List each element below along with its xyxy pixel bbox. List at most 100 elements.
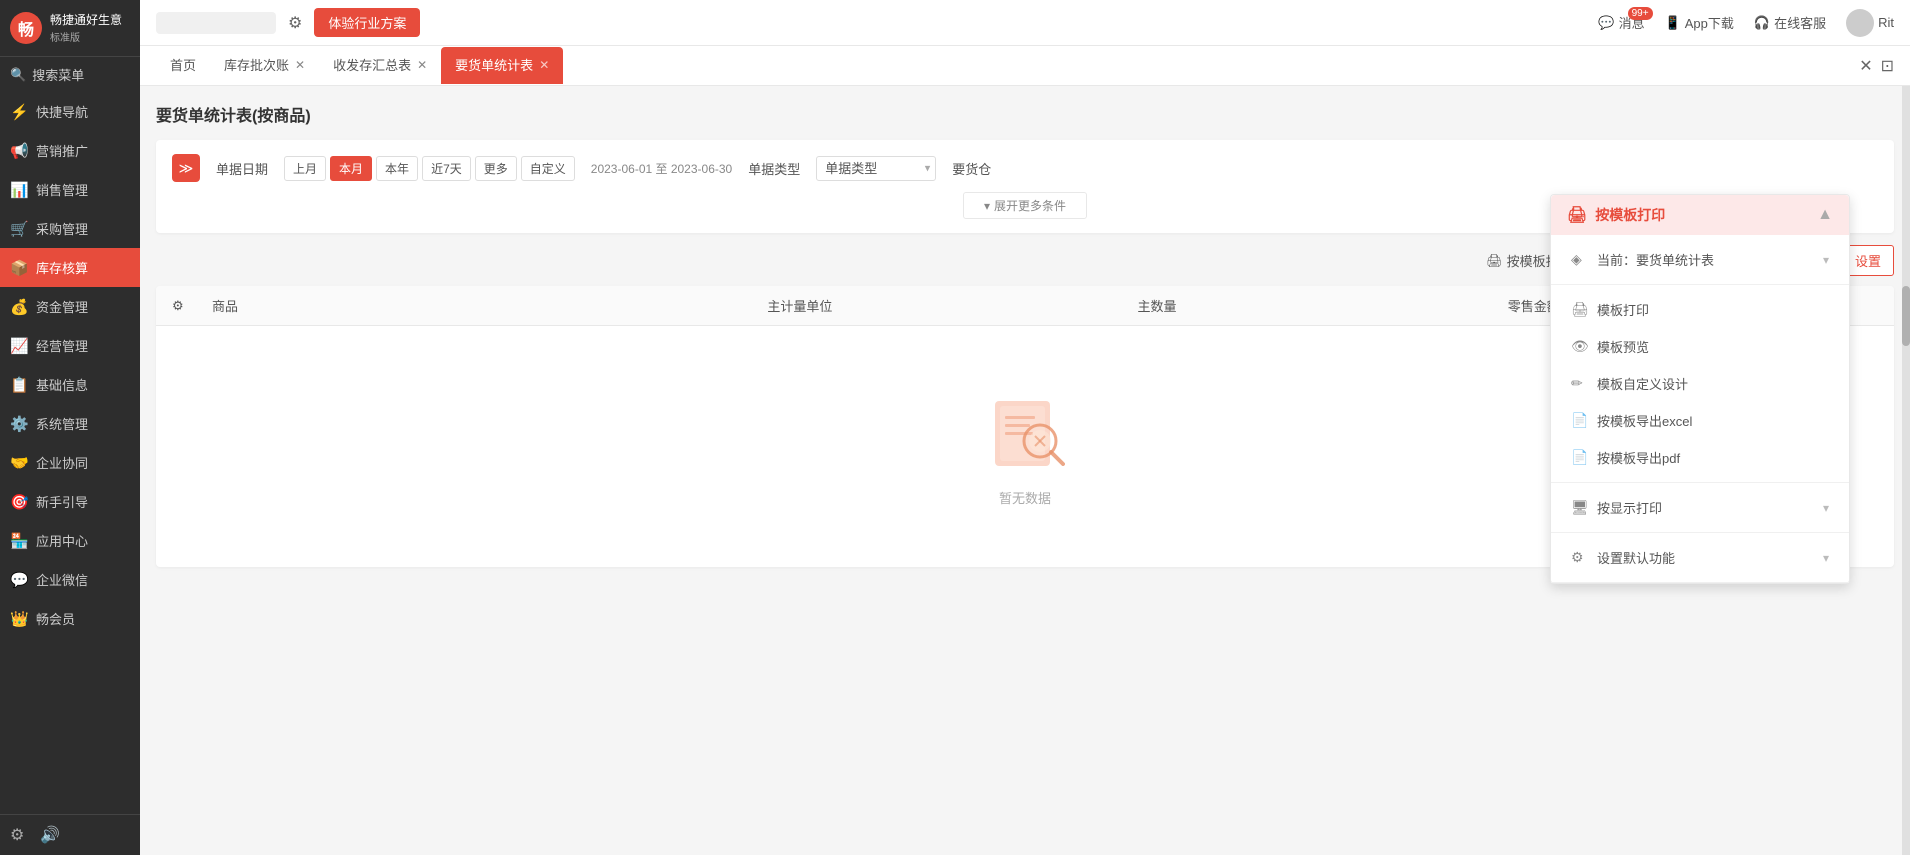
template-preview-icon: 👁	[1571, 338, 1587, 355]
date-btn-more[interactable]: 更多	[475, 156, 517, 181]
date-btn-current-year[interactable]: 本年	[376, 156, 418, 181]
date-btn-last-7[interactable]: 近7天	[422, 156, 471, 181]
topbar-settings-icon[interactable]: ⚙	[288, 13, 302, 33]
template-print-icon: 🖨	[1571, 301, 1587, 318]
tab-close-inventory-batch[interactable]: ✕	[295, 58, 305, 72]
wechat-icon: 💬	[10, 571, 28, 589]
display-print-icon: 🖥	[1571, 499, 1587, 516]
dropdown-template-print[interactable]: 🖨 模板打印	[1551, 291, 1849, 328]
scrollbar-thumb	[1902, 286, 1910, 346]
dropdown-template-design[interactable]: ✏ 模板自定义设计	[1551, 365, 1849, 402]
sidebar-item-sales[interactable]: 📊 销售管理	[0, 170, 140, 209]
tab-close-receipt-summary[interactable]: ✕	[417, 58, 427, 72]
topbar: ⚙ 体验行业方案 💬 消息 99+ 📱 App下载 🎧 在线客服 Rit	[140, 0, 1910, 46]
dropdown-header: 🖨 按模板打印 ▲	[1551, 195, 1849, 235]
guide-icon: 🎯	[10, 493, 28, 511]
sidebar-item-purchase[interactable]: 🛒 采购管理	[0, 209, 140, 248]
sidebar-item-inventory[interactable]: 📦 库存核算	[0, 248, 140, 287]
print-icon: 🖨	[1486, 253, 1503, 269]
operation-icon: 📈	[10, 337, 28, 355]
filter-collapse-btn[interactable]: ≫	[172, 154, 200, 182]
tab-expand-btn[interactable]: ⊡	[1881, 56, 1894, 76]
order-type-select[interactable]: 单据类型	[816, 156, 936, 181]
sidebar-item-marketing[interactable]: 📢 营销推广	[0, 131, 140, 170]
sidebar-bottom: ⚙ 🔊	[0, 814, 140, 855]
quick-nav-icon: ⚡	[10, 103, 28, 121]
topbar-app-download[interactable]: 📱 App下载	[1665, 13, 1734, 32]
date-btn-current-month[interactable]: 本月	[330, 156, 372, 181]
th-product: 商品	[212, 296, 767, 315]
tabs-controls: ✕ ⊡	[1859, 56, 1894, 76]
dropdown-close-btn[interactable]: ▲	[1817, 206, 1833, 224]
date-range-display: 2023-06-01 至 2023-06-30	[591, 160, 732, 177]
template-design-icon: ✏	[1571, 375, 1587, 392]
right-scrollbar[interactable]	[1902, 86, 1910, 855]
topbar-user[interactable]: Rit	[1846, 9, 1894, 37]
th-qty: 主数量	[1138, 296, 1508, 315]
audio-bottom-icon[interactable]: 🔊	[40, 825, 60, 845]
dropdown-actions-section: 🖨 模板打印 👁 模板预览 ✏ 模板自定义设计 📄 按模板导出excel 📄	[1551, 285, 1849, 483]
sidebar: 畅 畅捷通好生意 标准版 🔍 搜索菜单 ⚡ 快捷导航 📢 营销推广 📊 销售管理…	[0, 0, 140, 855]
tab-close-order-stats[interactable]: ✕	[539, 58, 549, 72]
dropdown-template-export-pdf[interactable]: 📄 按模板导出pdf	[1551, 439, 1849, 476]
sidebar-logo: 畅 畅捷通好生意 标准版	[0, 0, 140, 57]
set-default-icon: ⚙	[1571, 549, 1587, 566]
tab-home[interactable]: 首页	[156, 47, 210, 84]
topbar-search[interactable]	[156, 12, 276, 34]
message-badge: 99+	[1628, 7, 1653, 20]
tab-receipt-summary[interactable]: 收发存汇总表 ✕	[319, 47, 441, 84]
corp-icon: 🤝	[10, 454, 28, 472]
gear-icon[interactable]: ⚙	[172, 298, 184, 313]
trial-btn[interactable]: 体验行业方案	[314, 8, 420, 37]
dropdown-set-default[interactable]: ⚙ 设置默认功能 ▾	[1551, 539, 1849, 576]
message-icon: 💬	[1598, 15, 1614, 31]
settings-bottom-icon[interactable]: ⚙	[10, 825, 24, 845]
sidebar-item-appstore[interactable]: 🏪 应用中心	[0, 521, 140, 560]
sidebar-search[interactable]: 🔍 搜索菜单	[0, 57, 140, 92]
tab-order-stats[interactable]: 要货单统计表 ✕	[441, 47, 563, 84]
finance-icon: 💰	[10, 298, 28, 316]
topbar-message[interactable]: 💬 消息 99+	[1598, 13, 1644, 32]
dropdown-template-preview[interactable]: 👁 模板预览	[1551, 328, 1849, 365]
app-logo-icon: 畅	[10, 12, 42, 44]
topbar-online-service[interactable]: 🎧 在线客服	[1754, 13, 1826, 32]
basic-icon: 📋	[10, 376, 28, 394]
dropdown-template-export-excel[interactable]: 📄 按模板导出excel	[1551, 402, 1849, 439]
date-btn-last-month[interactable]: 上月	[284, 156, 326, 181]
set-default-arrow: ▾	[1823, 551, 1829, 565]
tab-inventory-batch[interactable]: 库存批次账 ✕	[210, 47, 319, 84]
marketing-icon: 📢	[10, 142, 28, 160]
dropdown-current-template[interactable]: ◈ 当前：要货单统计表 ▾	[1551, 241, 1849, 278]
empty-illustration	[975, 386, 1075, 476]
order-type-select-wrapper: 单据类型	[816, 156, 936, 181]
expand-more-btn[interactable]: ▾ 展开更多条件	[963, 192, 1087, 219]
sidebar-item-wechat[interactable]: 💬 企业微信	[0, 560, 140, 599]
sidebar-item-system[interactable]: ⚙️ 系统管理	[0, 404, 140, 443]
date-btn-custom[interactable]: 自定义	[521, 156, 575, 181]
page-content: 要货单统计表(按商品) ≫ 单据日期 上月 本月 本年 近7天 更多 自定义 2…	[140, 86, 1910, 855]
sidebar-item-guide[interactable]: 🎯 新手引导	[0, 482, 140, 521]
download-icon: 📱	[1665, 15, 1681, 31]
sidebar-item-corp[interactable]: 🤝 企业协同	[0, 443, 140, 482]
sidebar-item-vip[interactable]: 👑 畅会员	[0, 599, 140, 638]
dropdown-current-section: ◈ 当前：要货单统计表 ▾	[1551, 235, 1849, 285]
tabs-bar: 首页 库存批次账 ✕ 收发存汇总表 ✕ 要货单统计表 ✕ ✕ ⊡	[140, 46, 1910, 86]
app-logo-text: 畅捷通好生意 标准版	[50, 12, 122, 44]
sidebar-nav: ⚡ 快捷导航 📢 营销推广 📊 销售管理 🛒 采购管理 📦 库存核算 💰 资金管…	[0, 92, 140, 814]
date-btns: 上月 本月 本年 近7天 更多 自定义	[284, 156, 575, 181]
purchase-icon: 🛒	[10, 220, 28, 238]
vip-icon: 👑	[10, 610, 28, 628]
empty-text: 暂无数据	[999, 488, 1051, 507]
expand-more-icon: ▾	[984, 199, 990, 213]
dropdown-display-print[interactable]: 🖥 按显示打印 ▾	[1551, 489, 1849, 526]
display-print-arrow: ▾	[1823, 501, 1829, 515]
sidebar-item-quick-nav[interactable]: ⚡ 快捷导航	[0, 92, 140, 131]
user-avatar	[1846, 9, 1874, 37]
sidebar-item-operation[interactable]: 📈 经营管理	[0, 326, 140, 365]
order-goods-label: 要货仓	[952, 159, 991, 178]
template-export-pdf-icon: 📄	[1571, 449, 1587, 466]
sidebar-item-finance[interactable]: 💰 资金管理	[0, 287, 140, 326]
filter-row: ≫ 单据日期 上月 本月 本年 近7天 更多 自定义 2023-06-01 至 …	[172, 154, 1878, 182]
sidebar-item-basic[interactable]: 📋 基础信息	[0, 365, 140, 404]
tab-close-all-btn[interactable]: ✕	[1859, 56, 1872, 76]
